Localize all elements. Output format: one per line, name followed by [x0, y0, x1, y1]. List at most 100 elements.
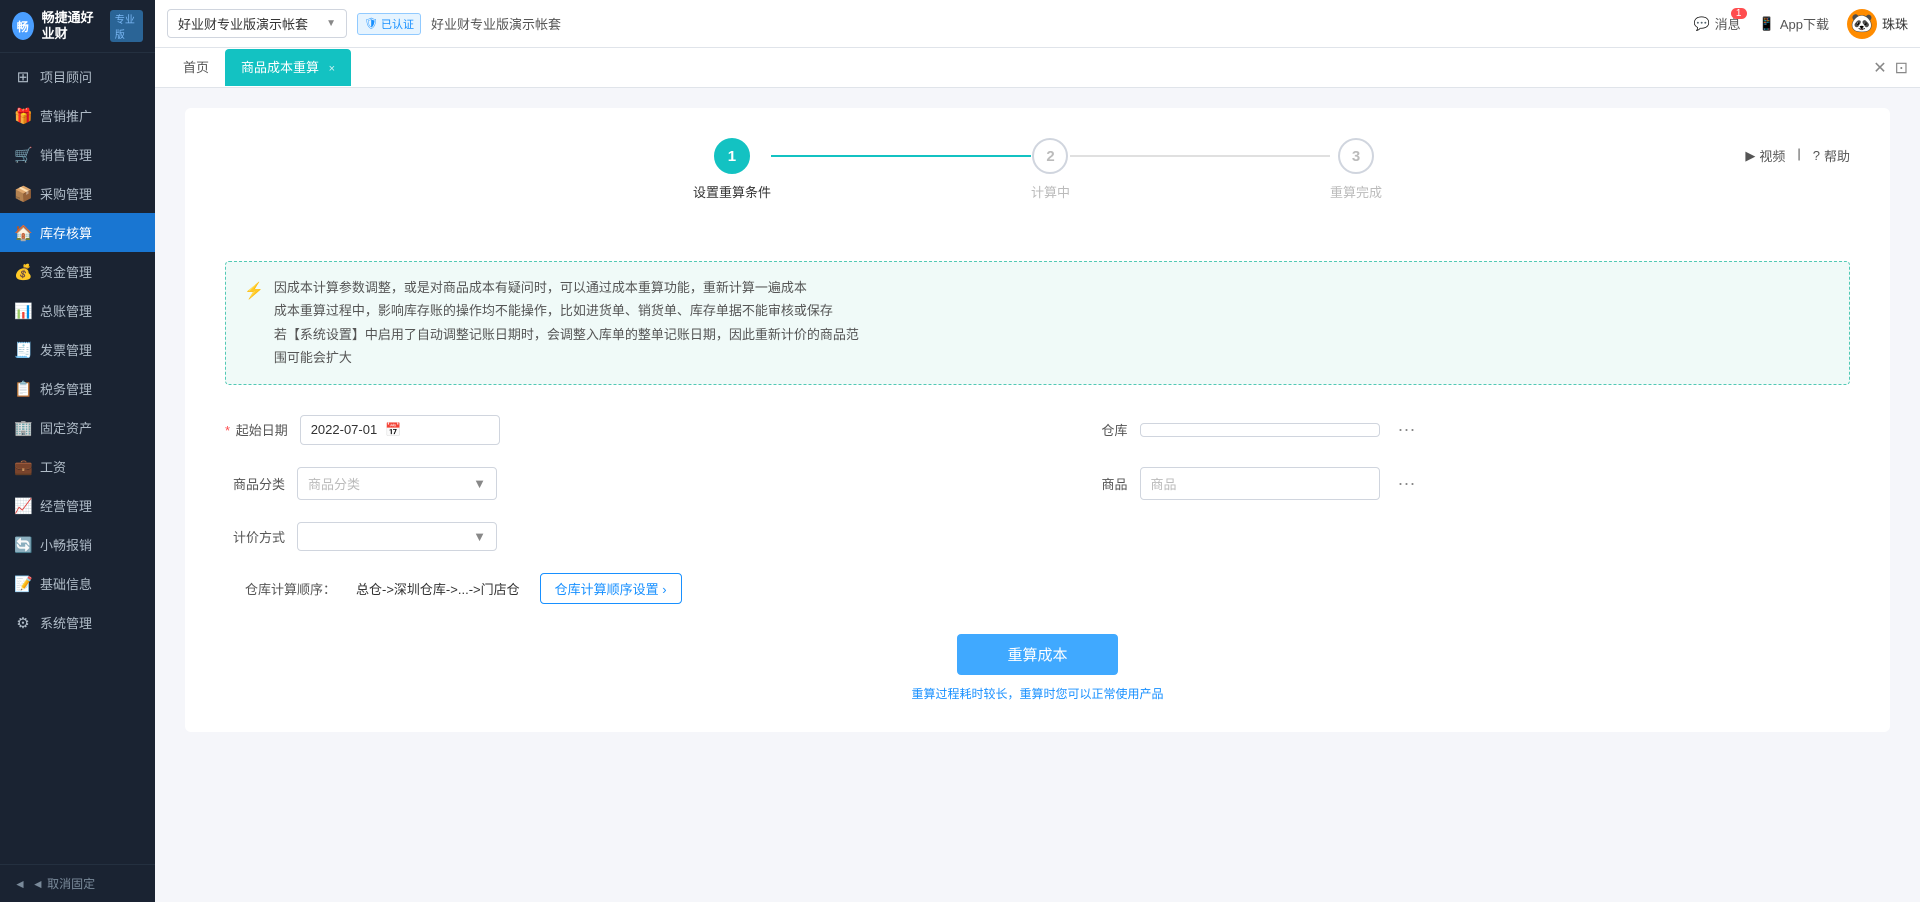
sidebar-item-accounting[interactable]: 📊 总账管理	[0, 291, 155, 330]
step-actions: ▶ 视频 | ? 帮助	[1745, 146, 1850, 165]
sidebar-item-label: 项目顾问	[40, 67, 92, 86]
sidebar-item-label: 经营管理	[40, 496, 92, 515]
warehouse-order-row: 仓库计算顺序： 总仓->深圳仓库->...->门店仓 仓库计算顺序设置 ›	[245, 573, 1850, 604]
tab-cost-recalc[interactable]: 商品成本重算 ×	[225, 49, 351, 86]
pricing-label: 计价方式	[225, 527, 285, 546]
salary-icon: 💼	[14, 458, 32, 476]
verified-label: 🛡 已认证	[357, 13, 421, 35]
phone-icon: 📱	[1759, 16, 1775, 32]
category-select[interactable]: 商品分类 ▼	[297, 467, 497, 500]
warehouse-order-label: 仓库计算顺序：	[245, 579, 336, 598]
unpin-label: ◄ 取消固定	[32, 875, 95, 892]
sidebar-nav: ⊞ 项目顾问 🎁 营销推广 🛒 销售管理 📦 采购管理 🏠 库存核算 💰 资金管…	[0, 53, 155, 864]
box-icon: 📦	[14, 185, 32, 203]
goods-more-icon[interactable]: ···	[1392, 471, 1422, 496]
step-2-number: 2	[1046, 148, 1054, 165]
sidebar-item-label: 小畅报销	[40, 535, 92, 554]
verified-badge: 🛡 已认证	[357, 13, 421, 35]
content-area: 1 设置重算条件 2 计算中 3	[155, 88, 1920, 902]
home-icon: 🏠	[14, 224, 32, 242]
goods-placeholder: 商品	[1151, 474, 1177, 493]
window-close-icon[interactable]: ✕	[1873, 58, 1886, 78]
goods-group: 商品 商品 ···	[1068, 467, 1851, 500]
sidebar-edition-badge: 专业版	[110, 10, 143, 42]
gift-icon: 🎁	[14, 107, 32, 125]
sidebar: 畅 畅捷通好业财 专业版 ⊞ 项目顾问 🎁 营销推广 🛒 销售管理 📦 采购管理…	[0, 0, 155, 902]
sidebar-item-basic[interactable]: 📝 基础信息	[0, 564, 155, 603]
step-1-number: 1	[728, 148, 736, 165]
goods-input[interactable]: 商品	[1140, 467, 1380, 500]
sidebar-item-label: 库存核算	[40, 223, 92, 242]
pricing-select[interactable]: ▼	[297, 522, 497, 551]
step-3: 3 重算完成	[1330, 138, 1382, 201]
category-label: 商品分类	[225, 474, 285, 493]
money-icon: 💰	[14, 263, 32, 281]
step-line-1	[771, 155, 1031, 157]
warehouse-order-settings-button[interactable]: 仓库计算顺序设置 ›	[540, 573, 682, 604]
warehouse-settings-label: 仓库计算顺序设置 ›	[555, 579, 667, 598]
form-row-2: 商品分类 商品分类 ▼ 商品 商品 ···	[225, 467, 1850, 500]
start-date-input[interactable]: 2022-07-01 📅	[300, 415, 500, 445]
sidebar-item-tax[interactable]: 📋 税务管理	[0, 369, 155, 408]
main-area: 好业财专业版演示帐套 ▼ 🛡 已认证 好业财专业版演示帐套 💬 消息 1 📱 A…	[155, 0, 1920, 902]
sidebar-item-label: 营销推广	[40, 106, 92, 125]
message-badge: 1	[1731, 8, 1747, 19]
sidebar-item-marketing[interactable]: 🎁 营销推广	[0, 96, 155, 135]
topbar-right: 💬 消息 1 📱 App下载 🐼 珠珠	[1693, 9, 1908, 39]
unpin-icon: ◄	[14, 877, 26, 891]
sidebar-item-sales[interactable]: 🛒 销售管理	[0, 135, 155, 174]
sidebar-item-finance[interactable]: 💰 资金管理	[0, 252, 155, 291]
warehouse-input[interactable]	[1140, 423, 1380, 437]
video-link[interactable]: ▶ 视频	[1745, 146, 1785, 165]
shield-icon: 🛡	[364, 17, 378, 30]
sidebar-item-operation[interactable]: 📈 经营管理	[0, 486, 155, 525]
notice-box: ⚡ 因成本计算参数调整，或是对商品成本有疑问时，可以通过成本重算功能，重新计算一…	[225, 261, 1850, 385]
sidebar-item-salary[interactable]: 💼 工资	[0, 447, 155, 486]
warehouse-group: 仓库 ···	[1068, 417, 1851, 442]
step-line-2	[1070, 155, 1330, 157]
sidebar-item-dashboard[interactable]: ⊞ 项目顾问	[0, 57, 155, 96]
tab-close-icon[interactable]: ×	[329, 63, 335, 75]
logo-icon: 畅	[12, 12, 34, 40]
step-1-circle: 1	[714, 138, 750, 174]
invoice-icon: 🧾	[14, 341, 32, 359]
warehouse-order-value: 总仓->深圳仓库->...->门店仓	[356, 579, 520, 598]
recalc-button[interactable]: 重算成本	[957, 634, 1117, 675]
play-icon: ▶	[1745, 148, 1755, 164]
sidebar-item-expense[interactable]: 🔄 小畅报销	[0, 525, 155, 564]
step-1-label: 设置重算条件	[693, 182, 771, 201]
account-chevron-icon: ▼	[326, 18, 336, 29]
category-placeholder: 商品分类	[308, 474, 360, 493]
sidebar-unpin[interactable]: ◄ ◄ 取消固定	[0, 864, 155, 902]
tab-home-label: 首页	[183, 60, 209, 75]
sidebar-item-label: 系统管理	[40, 613, 92, 632]
sidebar-header: 畅 畅捷通好业财 专业版	[0, 0, 155, 53]
pricing-chevron-icon: ▼	[473, 529, 486, 544]
help-link[interactable]: ? 帮助	[1813, 146, 1850, 165]
account-select[interactable]: 好业财专业版演示帐套 ▼	[167, 9, 347, 38]
form-row-1: * 起始日期 2022-07-01 📅 仓库 ···	[225, 415, 1850, 445]
message-button[interactable]: 💬 消息 1	[1693, 14, 1740, 33]
notice-content: 因成本计算参数调整，或是对商品成本有疑问时，可以通过成本重算功能，重新计算一遍成…	[274, 276, 859, 370]
sidebar-item-purchase[interactable]: 📦 采购管理	[0, 174, 155, 213]
dashboard-icon: ⊞	[14, 68, 32, 86]
warehouse-label: 仓库	[1068, 420, 1128, 439]
sidebar-item-assets[interactable]: 🏢 固定资产	[0, 408, 155, 447]
notice-line-4: 围可能会扩大	[274, 346, 859, 369]
notice-line-3: 若【系统设置】中启用了自动调整记账日期时，会调整入库单的整单记账日期，因此重新计…	[274, 323, 859, 346]
window-expand-icon[interactable]: ⊡	[1895, 58, 1908, 78]
start-date-value: 2022-07-01	[311, 422, 378, 437]
sidebar-item-label: 税务管理	[40, 379, 92, 398]
tab-home[interactable]: 首页	[167, 49, 225, 86]
sidebar-item-label: 发票管理	[40, 340, 92, 359]
calendar-icon[interactable]: 📅	[385, 422, 401, 438]
sidebar-item-invoice[interactable]: 🧾 发票管理	[0, 330, 155, 369]
warehouse-more-icon[interactable]: ···	[1392, 417, 1422, 442]
app-download-button[interactable]: 📱 App下载	[1759, 14, 1829, 33]
step-3-label: 重算完成	[1330, 182, 1382, 201]
step-2-circle: 2	[1032, 138, 1068, 174]
sidebar-item-system[interactable]: ⚙ 系统管理	[0, 603, 155, 642]
user-avatar-area[interactable]: 🐼 珠珠	[1847, 9, 1908, 39]
notice-line-1: 因成本计算参数调整，或是对商品成本有疑问时，可以通过成本重算功能，重新计算一遍成…	[274, 276, 859, 299]
sidebar-item-inventory[interactable]: 🏠 库存核算	[0, 213, 155, 252]
